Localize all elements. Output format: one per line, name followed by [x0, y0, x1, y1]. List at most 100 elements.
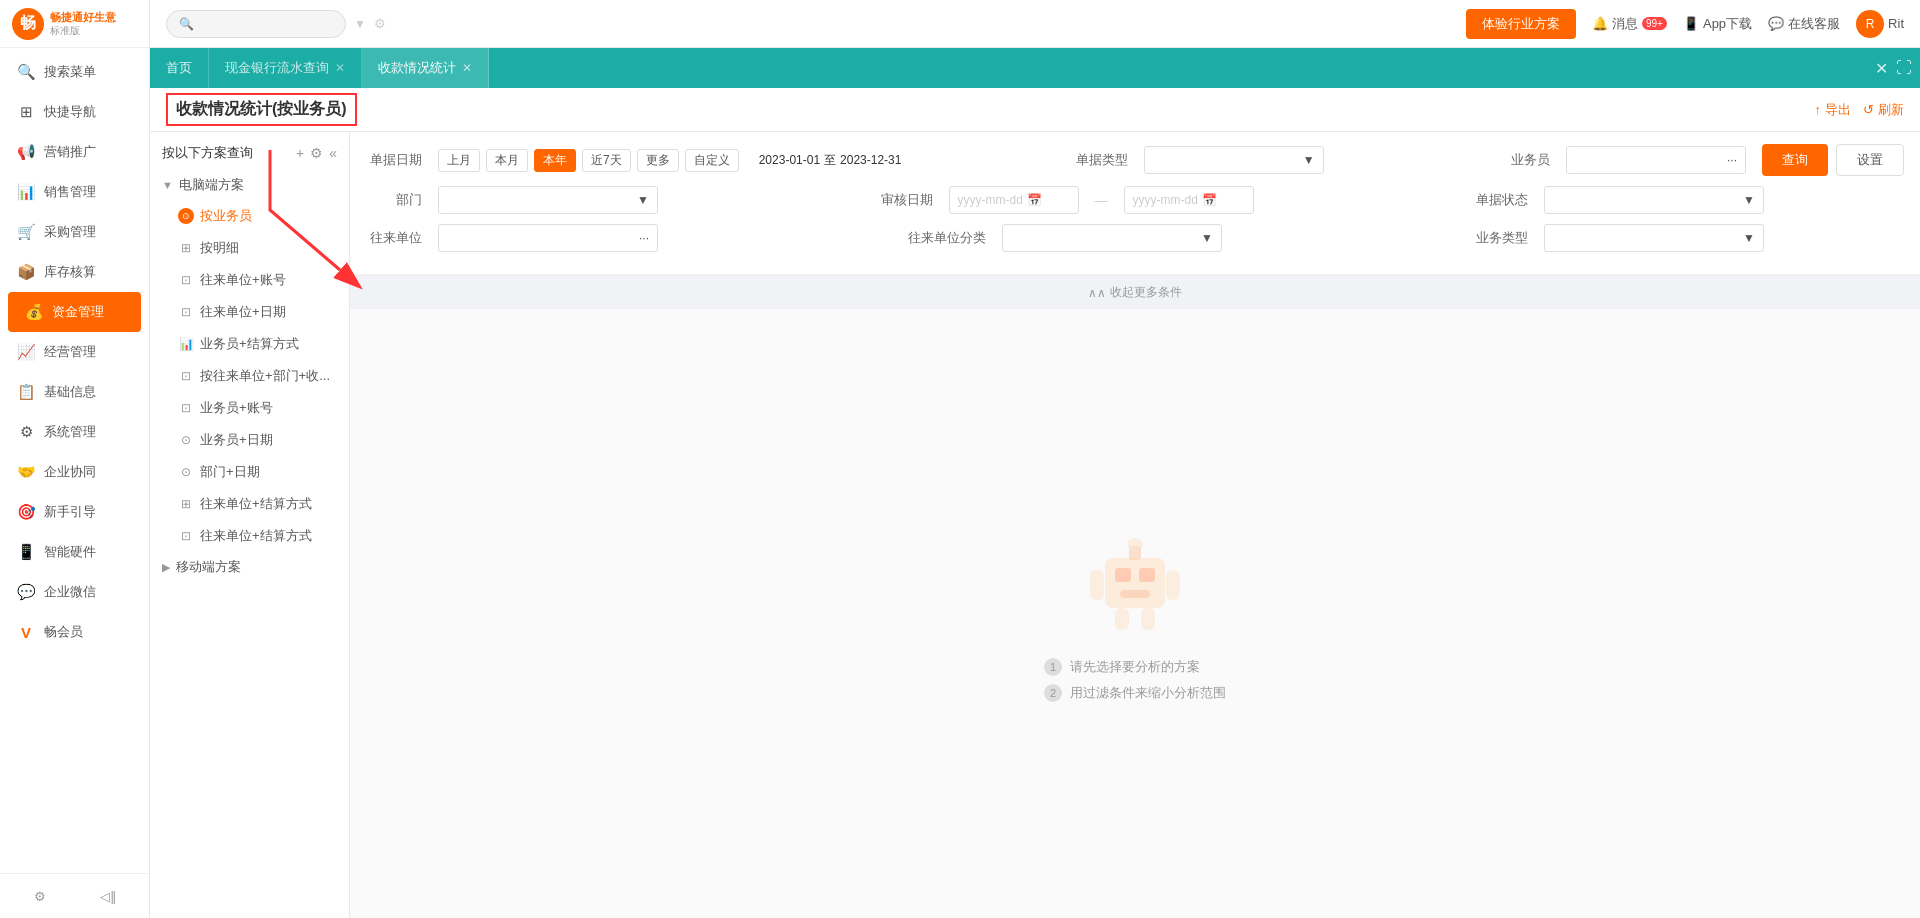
- sidebar-item-inventory[interactable]: 📦 库存核算: [0, 252, 149, 292]
- voucher-status-select[interactable]: ▼: [1544, 186, 1764, 214]
- sp-account-icon: ⊡: [178, 400, 194, 416]
- date-btn-last7[interactable]: 近7天: [582, 149, 631, 172]
- sidebar-item-basic[interactable]: 📋 基础信息: [0, 372, 149, 412]
- topbar-search[interactable]: 🔍: [166, 10, 346, 38]
- sidebar-item-guide[interactable]: 🎯 新手引导: [0, 492, 149, 532]
- sidebar-bottom: ⚙ ◁‖: [0, 873, 149, 918]
- query-button[interactable]: 查询: [1762, 144, 1828, 176]
- biz-type-chevron: ▼: [1743, 231, 1755, 245]
- scheme-item-sp-date[interactable]: ⊙ 业务员+日期: [150, 424, 349, 456]
- sidebar-item-system[interactable]: ⚙ 系统管理: [0, 412, 149, 452]
- partner-label: 往来单位: [366, 229, 422, 247]
- sidebar-item-hardware[interactable]: 📱 智能硬件: [0, 532, 149, 572]
- online-service-action[interactable]: 💬 在线客服: [1768, 15, 1840, 33]
- sidebar-item-weixin[interactable]: 💬 企业微信: [0, 572, 149, 612]
- scheme-item-unit-settlement1[interactable]: ⊞ 往来单位+结算方式: [150, 488, 349, 520]
- review-date-to-icon: 📅: [1202, 193, 1217, 207]
- scheme-item-by-salesperson[interactable]: ⊙ 按业务员: [150, 200, 349, 232]
- tab-bank[interactable]: 现金银行流水查询 ✕: [209, 48, 362, 88]
- scheme-add-btn[interactable]: +: [296, 145, 304, 161]
- sidebar-item-marketing[interactable]: 📢 营销推广: [0, 132, 149, 172]
- content-area: 按以下方案查询 + ⚙ « ▼ 电脑端方案 ⊙: [150, 132, 1920, 918]
- biz-type-select[interactable]: ▼: [1544, 224, 1764, 252]
- scheme-collapse-btn[interactable]: «: [329, 145, 337, 161]
- page-header: 收款情况统计(按业务员) ↑ 导出 ↺ 刷新: [150, 88, 1920, 132]
- sidebar-item-finance[interactable]: 💰 资金管理: [8, 292, 141, 332]
- filter-setting-button[interactable]: 设置: [1836, 144, 1904, 176]
- salesperson-select[interactable]: ···: [1566, 146, 1746, 174]
- dept-select[interactable]: ▼: [438, 186, 658, 214]
- operation-icon: 📈: [16, 342, 36, 362]
- inventory-icon: 📦: [16, 262, 36, 282]
- export-icon: ↑: [1815, 102, 1822, 117]
- tab-collection[interactable]: 收款情况统计 ✕: [362, 48, 489, 88]
- scheme-item-unit-settlement2[interactable]: ⊡ 往来单位+结算方式: [150, 520, 349, 552]
- scheme-panel-header: 按以下方案查询 + ⚙ «: [150, 132, 349, 170]
- sidebar-item-operation[interactable]: 📈 经营管理: [0, 332, 149, 372]
- empty-state: 1 请先选择要分析的方案 2 用过滤条件来缩小分析范围: [350, 309, 1920, 918]
- empty-steps-list: 1 请先选择要分析的方案 2 用过滤条件来缩小分析范围: [1044, 658, 1226, 710]
- topbar-settings-icon[interactable]: ⚙: [374, 16, 386, 31]
- unit-date-icon: ⊡: [178, 304, 194, 320]
- date-btn-last-month[interactable]: 上月: [438, 149, 480, 172]
- collapse-icon: ∧∧: [1088, 286, 1106, 300]
- settings-bottom-btn[interactable]: ⚙: [8, 882, 73, 910]
- scheme-setting-btn[interactable]: ⚙: [310, 145, 323, 161]
- notification-action[interactable]: 🔔 消息 99+: [1592, 15, 1667, 33]
- partner-category-select[interactable]: ▼: [1002, 224, 1222, 252]
- sidebar-item-enterprise[interactable]: 🤝 企业协同: [0, 452, 149, 492]
- scheme-item-sp-account[interactable]: ⊡ 业务员+账号: [150, 392, 349, 424]
- sidebar-item-quicknav[interactable]: ⊞ 快捷导航: [0, 92, 149, 132]
- user-avatar-area[interactable]: R Rit: [1856, 10, 1904, 38]
- scheme-item-sp-settlement[interactable]: 📊 业务员+结算方式: [150, 328, 349, 360]
- logo-text: 畅捷通好生意 标准版: [50, 10, 116, 37]
- mobile-group-arrow: ▶: [162, 561, 170, 574]
- export-button[interactable]: ↑ 导出: [1815, 101, 1852, 119]
- partner-select[interactable]: ···: [438, 224, 658, 252]
- scheme-item-unit-account[interactable]: ⊡ 往来单位+账号: [150, 264, 349, 296]
- collapse-bar[interactable]: ∧∧ 收起更多条件: [350, 275, 1920, 309]
- trial-button[interactable]: 体验行业方案: [1466, 9, 1576, 39]
- date-range: 2023-01-01 至 2023-12-31: [759, 152, 902, 169]
- tabbar: 首页 现金银行流水查询 ✕ 收款情况统计 ✕ ✕ ⛶: [150, 48, 1920, 88]
- topbar-dropdown-arrow[interactable]: ▼: [354, 17, 366, 31]
- tab-bank-close[interactable]: ✕: [335, 61, 345, 75]
- tab-maximize-btn[interactable]: ⛶: [1896, 59, 1912, 77]
- voucher-type-select[interactable]: ▼: [1144, 146, 1324, 174]
- scheme-item-by-detail[interactable]: ⊞ 按明细: [150, 232, 349, 264]
- sidebar-item-search[interactable]: 🔍 搜索菜单: [0, 52, 149, 92]
- main-area: 🔍 ▼ ⚙ 体验行业方案 🔔 消息 99+ 📱 App下载 💬: [150, 0, 1920, 918]
- tab-home[interactable]: 首页: [150, 48, 209, 88]
- tab-collection-close[interactable]: ✕: [462, 61, 472, 75]
- svg-rect-1: [1115, 568, 1131, 582]
- notification-icon: 🔔: [1592, 16, 1608, 31]
- sidebar-item-member[interactable]: V 畅会员: [0, 612, 149, 652]
- scheme-group-mobile: ▶ 移动端方案: [150, 552, 349, 582]
- sidebar-item-sales[interactable]: 📊 销售管理: [0, 172, 149, 212]
- voucher-type-chevron: ▼: [1303, 153, 1315, 167]
- date-btn-this-month[interactable]: 本月: [486, 149, 528, 172]
- sidebar-logo: 畅 畅捷通好生意 标准版: [0, 0, 149, 48]
- collapse-sidebar-btn[interactable]: ◁‖: [77, 882, 142, 910]
- review-date-to[interactable]: yyyy-mm-dd 📅: [1124, 186, 1254, 214]
- sp-date-icon: ⊙: [178, 432, 194, 448]
- date-btn-custom[interactable]: 自定义: [685, 149, 739, 172]
- scheme-group-mobile-title[interactable]: ▶ 移动端方案: [150, 552, 349, 582]
- app-download-action[interactable]: 📱 App下载: [1683, 15, 1752, 33]
- tab-close-all-btn[interactable]: ✕: [1875, 59, 1888, 78]
- date-btn-more[interactable]: 更多: [637, 149, 679, 172]
- scheme-group-pc-title[interactable]: ▼ 电脑端方案: [150, 170, 349, 200]
- scheme-item-unit-dept-col[interactable]: ⊡ 按往来单位+部门+收...: [150, 360, 349, 392]
- detail-icon: ⊞: [178, 240, 194, 256]
- scheme-item-unit-date[interactable]: ⊡ 往来单位+日期: [150, 296, 349, 328]
- refresh-icon: ↺: [1863, 102, 1874, 117]
- date-btn-this-year[interactable]: 本年: [534, 149, 576, 172]
- sidebar-item-purchase[interactable]: 🛒 采购管理: [0, 212, 149, 252]
- review-date-from[interactable]: yyyy-mm-dd 📅: [949, 186, 1079, 214]
- guide-icon: 🎯: [16, 502, 36, 522]
- service-icon: 💬: [1768, 16, 1784, 31]
- scheme-item-dept-date[interactable]: ⊙ 部门+日期: [150, 456, 349, 488]
- empty-robot-illustration: [1075, 518, 1195, 638]
- refresh-button[interactable]: ↺ 刷新: [1863, 101, 1904, 119]
- partner-category-chevron: ▼: [1201, 231, 1213, 245]
